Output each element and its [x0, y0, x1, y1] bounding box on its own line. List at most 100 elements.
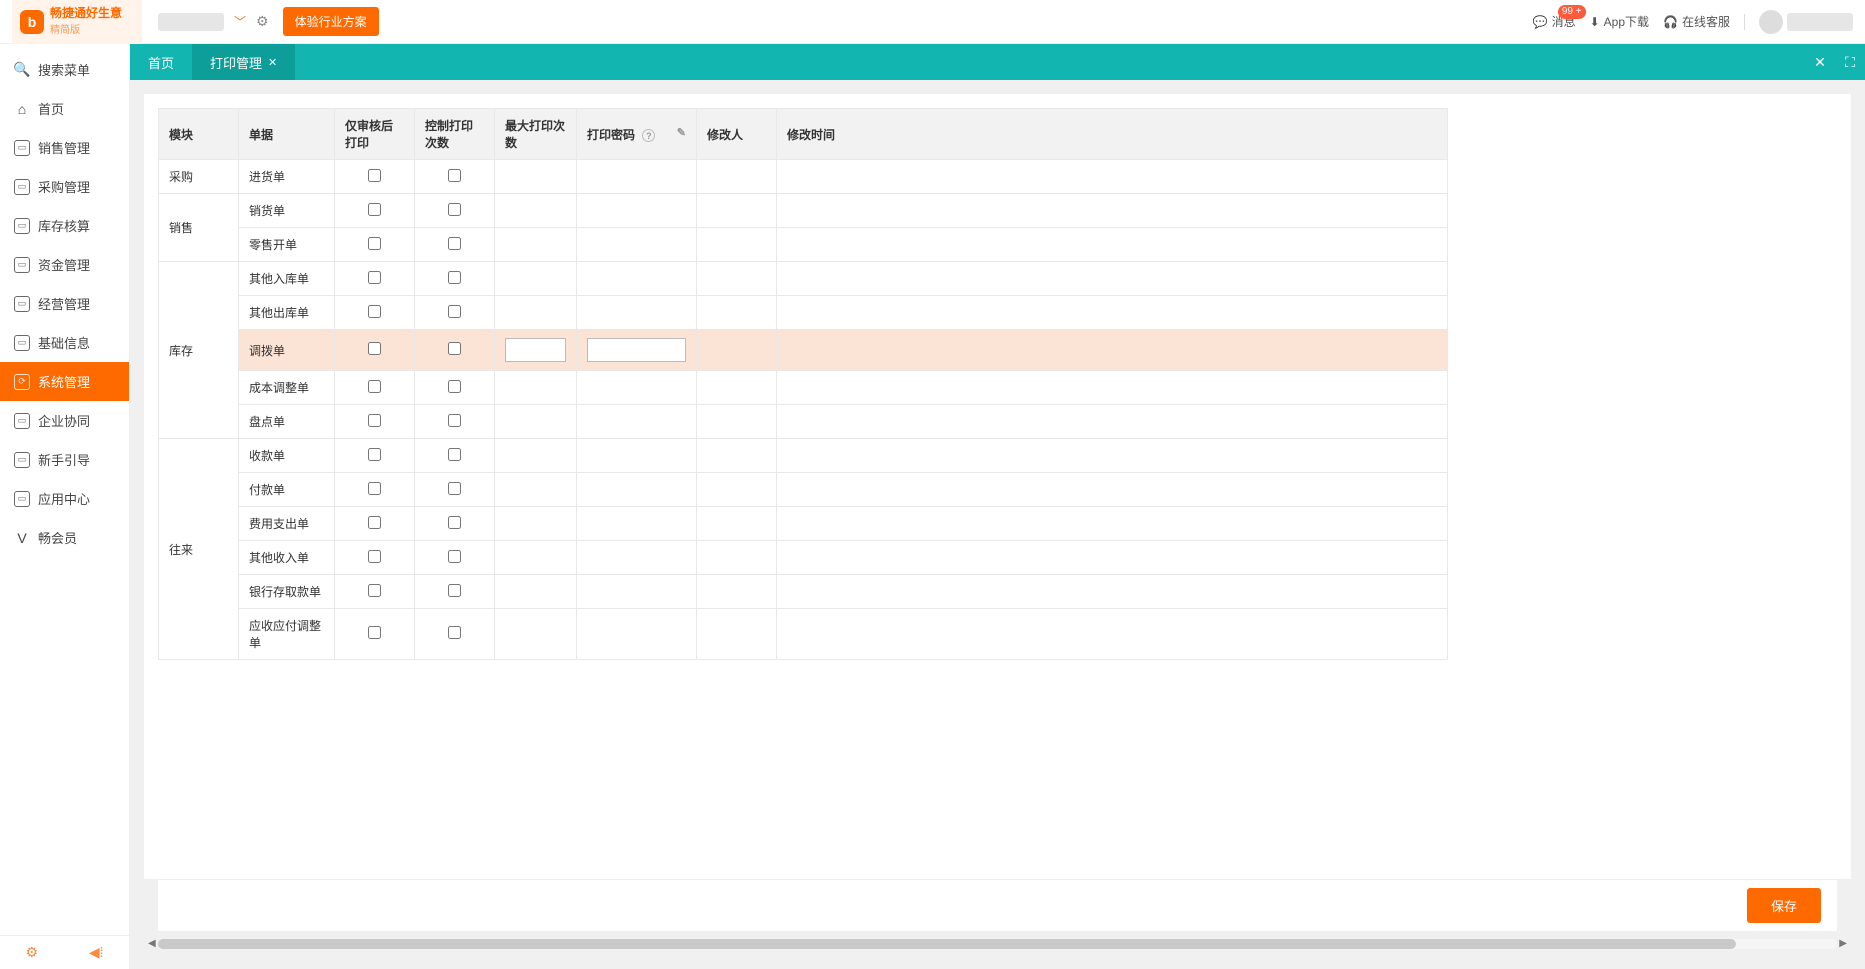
checkbox-audit-only[interactable]	[368, 584, 381, 597]
checkbox-control-count[interactable]	[448, 626, 461, 639]
checkbox-control-count[interactable]	[448, 305, 461, 318]
help-icon[interactable]: ?	[642, 129, 655, 142]
th-password: 打印密码 ? ✎	[577, 109, 697, 160]
checkbox-audit-only[interactable]	[368, 271, 381, 284]
edit-icon[interactable]: ✎	[677, 126, 686, 139]
cell-edit-time	[777, 228, 1448, 262]
app-download-link[interactable]: ⬇ App下载	[1590, 13, 1649, 30]
scroll-right-arrow[interactable]: ▶	[1839, 938, 1847, 949]
cell-editor	[697, 541, 777, 575]
tab-close-icon[interactable]: ✕	[268, 56, 277, 69]
checkbox-audit-only[interactable]	[368, 516, 381, 529]
cell-password	[577, 194, 697, 228]
checkbox-audit-only[interactable]	[368, 342, 381, 355]
checkbox-control-count[interactable]	[448, 584, 461, 597]
scroll-left-arrow[interactable]: ◀	[148, 938, 156, 949]
cell-audit-only	[335, 194, 415, 228]
fullscreen-icon[interactable]: ⛶	[1835, 44, 1865, 80]
sidebar-item-3[interactable]: ▭采购管理	[0, 167, 129, 206]
checkbox-control-count[interactable]	[448, 271, 461, 284]
input-password[interactable]	[587, 338, 686, 362]
collapse-icon[interactable]: ◀⁞	[89, 944, 104, 961]
cell-module: 库存	[159, 262, 239, 439]
sidebar-item-0[interactable]: 🔍搜索菜单	[0, 50, 129, 89]
checkbox-audit-only[interactable]	[368, 237, 381, 250]
checkbox-control-count[interactable]	[448, 516, 461, 529]
save-button[interactable]: 保存	[1747, 888, 1821, 923]
sidebar-icon: ▭	[14, 179, 30, 195]
checkbox-control-count[interactable]	[448, 342, 461, 355]
checkbox-control-count[interactable]	[448, 448, 461, 461]
sidebar-item-12[interactable]: V畅会员	[0, 518, 129, 557]
tab-close-all-icon[interactable]: ✕	[1805, 44, 1835, 80]
message-link[interactable]: 💬 消息 99 +	[1533, 13, 1576, 30]
checkbox-control-count[interactable]	[448, 414, 461, 427]
sidebar-item-11[interactable]: ▭应用中心	[0, 479, 129, 518]
headset-icon: 🎧	[1663, 15, 1678, 29]
sidebar-item-10[interactable]: ▭新手引导	[0, 440, 129, 479]
table-row: 应收应付调整单	[159, 609, 1448, 660]
cell-editor	[697, 262, 777, 296]
cell-control-count	[415, 575, 495, 609]
sidebar-icon: ▭	[14, 413, 30, 429]
tab-0[interactable]: 首页	[130, 44, 192, 80]
checkbox-audit-only[interactable]	[368, 305, 381, 318]
settings-icon[interactable]: ⚙	[25, 944, 38, 961]
sidebar-item-5[interactable]: ▭资金管理	[0, 245, 129, 284]
checkbox-audit-only[interactable]	[368, 380, 381, 393]
scroll-thumb[interactable]	[158, 939, 1736, 949]
checkbox-control-count[interactable]	[448, 237, 461, 250]
gear-icon[interactable]: ⚙	[256, 13, 269, 30]
cell-edit-time	[777, 405, 1448, 439]
checkbox-audit-only[interactable]	[368, 626, 381, 639]
checkbox-audit-only[interactable]	[368, 448, 381, 461]
company-selector[interactable]: xxxxx ﹀ ⚙	[158, 13, 269, 31]
checkbox-audit-only[interactable]	[368, 482, 381, 495]
cell-editor	[697, 609, 777, 660]
divider	[1744, 14, 1745, 30]
tab-1[interactable]: 打印管理✕	[192, 44, 295, 80]
cell-doc: 应收应付调整单	[239, 609, 335, 660]
cell-audit-only	[335, 160, 415, 194]
cell-edit-time	[777, 439, 1448, 473]
sidebar-item-1[interactable]: ⌂首页	[0, 89, 129, 128]
horizontal-scrollbar[interactable]: ◀ ▶	[158, 939, 1837, 949]
promo-button[interactable]: 体验行业方案	[283, 7, 379, 36]
cell-doc: 付款单	[239, 473, 335, 507]
sidebar-item-2[interactable]: ▭销售管理	[0, 128, 129, 167]
cell-password	[577, 541, 697, 575]
input-max-count[interactable]	[505, 338, 566, 362]
sidebar-item-9[interactable]: ▭ 企业协同	[0, 401, 129, 440]
checkbox-control-count[interactable]	[448, 203, 461, 216]
sidebar-item-label: 经营管理	[38, 294, 90, 313]
checkbox-control-count[interactable]	[448, 169, 461, 182]
checkbox-control-count[interactable]	[448, 380, 461, 393]
sidebar-item-label: 资金管理	[38, 255, 90, 274]
checkbox-audit-only[interactable]	[368, 169, 381, 182]
company-name-masked: xxxxx	[158, 13, 224, 31]
user-menu[interactable]: xxxxx	[1759, 10, 1853, 34]
checkbox-audit-only[interactable]	[368, 414, 381, 427]
cell-control-count	[415, 228, 495, 262]
online-service-link[interactable]: 🎧 在线客服	[1663, 13, 1730, 30]
sidebar-item-6[interactable]: ▭经营管理	[0, 284, 129, 323]
checkbox-audit-only[interactable]	[368, 550, 381, 563]
cell-doc: 销货单	[239, 194, 335, 228]
topbar-right: 💬 消息 99 + ⬇ App下载 🎧 在线客服 xxxxx	[1533, 10, 1853, 34]
cell-editor	[697, 473, 777, 507]
checkbox-audit-only[interactable]	[368, 203, 381, 216]
download-icon: ⬇	[1590, 15, 1600, 29]
checkbox-control-count[interactable]	[448, 550, 461, 563]
cell-max-count	[495, 609, 577, 660]
cell-edit-time	[777, 296, 1448, 330]
sidebar-item-4[interactable]: ▭库存核算	[0, 206, 129, 245]
cell-password	[577, 262, 697, 296]
cell-password	[577, 228, 697, 262]
checkbox-control-count[interactable]	[448, 482, 461, 495]
sidebar-item-7[interactable]: ▭基础信息	[0, 323, 129, 362]
sidebar-item-label: 企业协同	[38, 411, 90, 430]
logo-icon: b	[20, 10, 44, 34]
chevron-down-icon: ﹀	[234, 13, 246, 30]
cell-editor	[697, 194, 777, 228]
sidebar-item-8[interactable]: ⟳系统管理	[0, 362, 129, 401]
